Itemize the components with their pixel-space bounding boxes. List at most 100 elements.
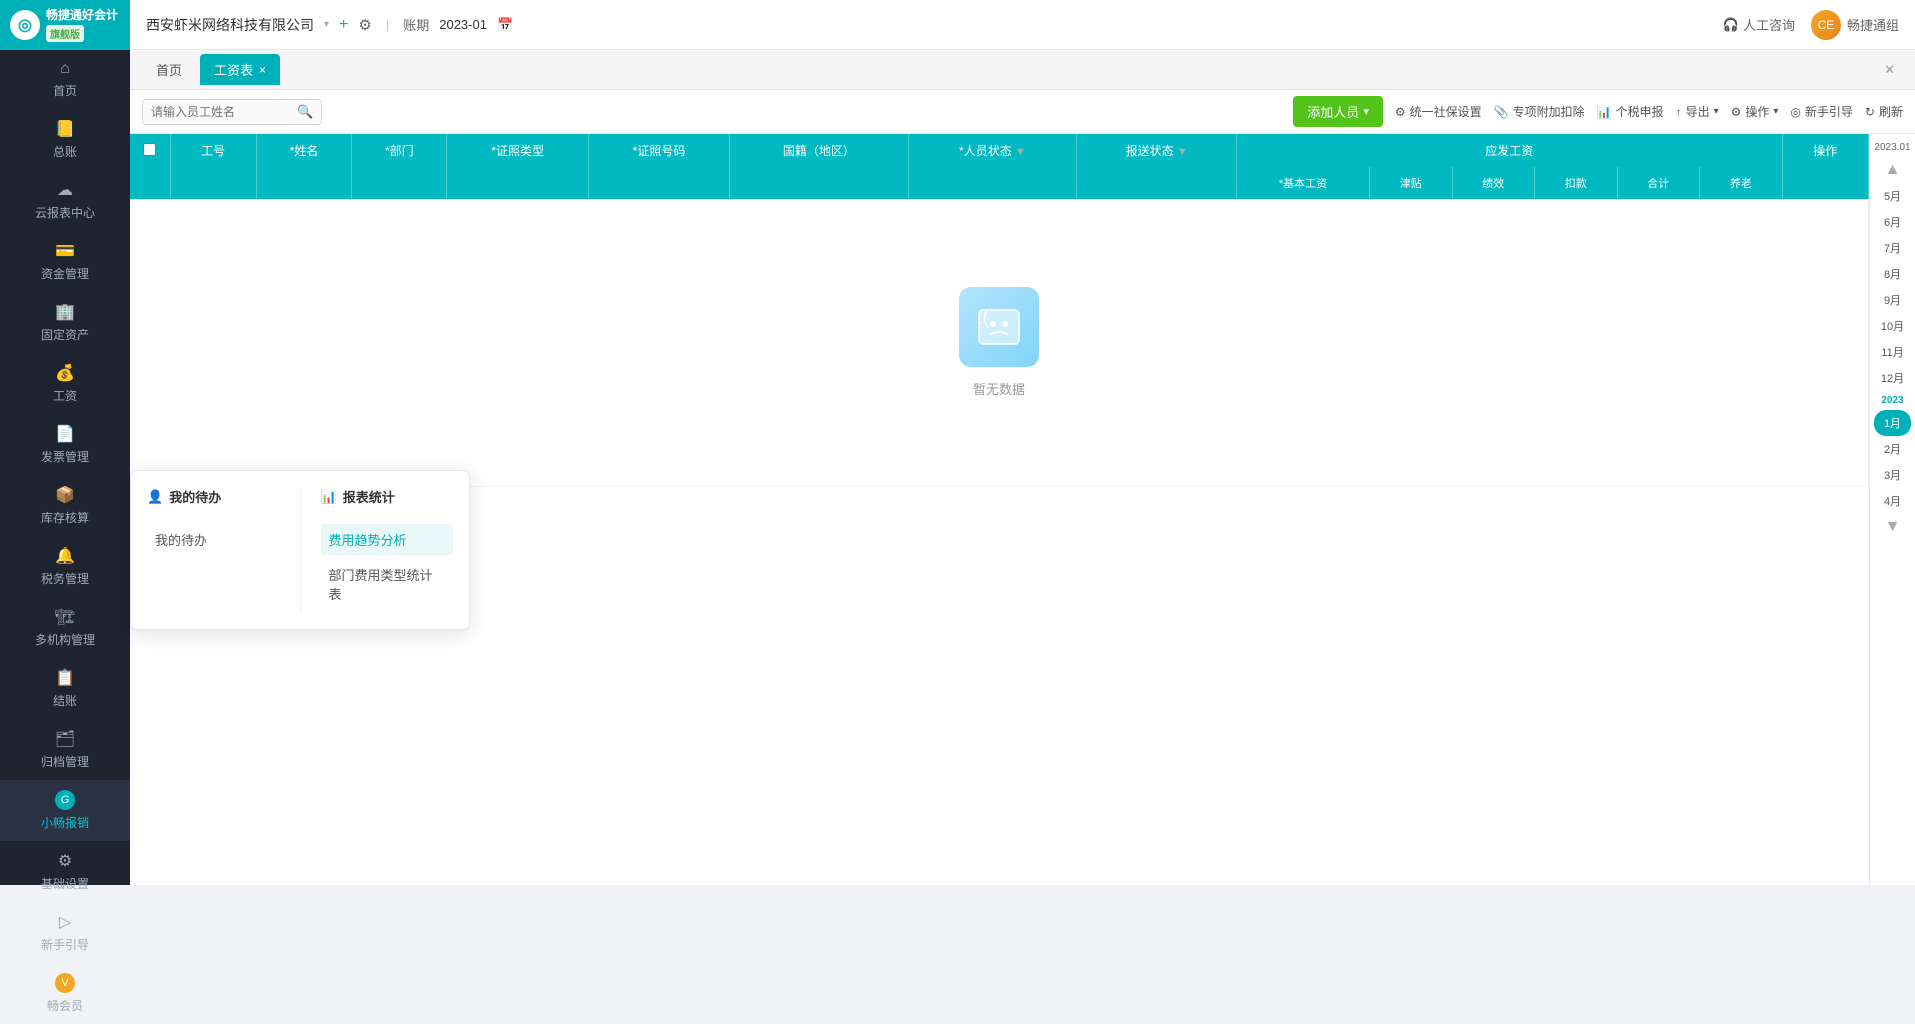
sidebar-item-guide[interactable]: ▷ 新手引导	[0, 902, 130, 963]
dropdown-arrow-icon[interactable]: ▾	[324, 19, 329, 30]
refresh-btn[interactable]: ↻ 刷新	[1865, 103, 1903, 120]
social-insurance-icon: ⚙	[1395, 105, 1406, 119]
tax-report-btn[interactable]: 📊 个税申报	[1597, 103, 1664, 120]
timeline-month-10[interactable]: 10月	[1870, 313, 1915, 339]
sidebar-item-fund[interactable]: 💳 资金管理	[0, 231, 130, 292]
sidebar-item-checkout[interactable]: 📋 结账	[0, 658, 130, 719]
timeline-year: 2023.01	[1870, 138, 1915, 157]
submenu-item-my-todo[interactable]: 我的待办	[147, 524, 280, 555]
sidebar-item-salary[interactable]: 💰 工资	[0, 353, 130, 414]
customer-service-btn[interactable]: 🎧 人工咨询	[1723, 15, 1795, 34]
submenu-item-cost-trend[interactable]: 费用趋势分析	[321, 524, 454, 555]
sidebar-item-ledger-label: 总账	[53, 143, 77, 160]
sidebar-item-invoice[interactable]: 📄 发票管理	[0, 414, 130, 475]
submenu-item-dept-cost[interactable]: 部门费用类型统计表	[321, 559, 454, 609]
sidebar-item-ledger[interactable]: 📒 总账	[0, 109, 130, 170]
timeline-up-btn[interactable]: ▲	[1881, 157, 1905, 183]
operation-btn[interactable]: ⚙ 操作 ▾	[1731, 103, 1779, 120]
col-allowance: 津贴	[1370, 167, 1453, 199]
col-checkbox[interactable]	[130, 134, 170, 167]
col-total: 合计	[1617, 167, 1700, 199]
sidebar-item-inventory[interactable]: 📦 库存核算	[0, 475, 130, 536]
sidebar-item-basic-settings[interactable]: ⚙ 基础设置	[0, 841, 130, 902]
timeline-month-9[interactable]: 9月	[1870, 287, 1915, 313]
customer-service-label: 人工咨询	[1743, 15, 1795, 34]
report-filter-icon[interactable]: ▼	[1177, 146, 1188, 158]
sidebar-item-cloud-report[interactable]: ☁ 云报表中心	[0, 170, 130, 231]
submenu-title-1-label: 我的待办	[169, 487, 221, 506]
col-id-no: *证照号码	[588, 134, 729, 167]
col-sub-empty4	[352, 167, 447, 199]
operation-dropdown-icon: ▾	[1773, 106, 1778, 117]
period-value: 2023-01	[439, 17, 487, 32]
social-insurance-label: 统一社保设置	[1410, 103, 1482, 120]
fixed-assets-icon: 🏢	[55, 302, 75, 322]
timeline-month-7[interactable]: 7月	[1870, 235, 1915, 261]
user-info[interactable]: CE 畅捷通组	[1811, 10, 1899, 40]
sidebar-item-home[interactable]: ⌂ 首页	[0, 50, 130, 109]
timeline-month-6[interactable]: 6月	[1870, 209, 1915, 235]
timeline-current-year: 2023	[1870, 391, 1915, 410]
timeline-month-4[interactable]: 4月	[1870, 488, 1915, 514]
tab-home[interactable]: 首页	[142, 54, 196, 85]
social-insurance-btn[interactable]: ⚙ 统一社保设置	[1395, 103, 1482, 120]
submenu-popup: 👤 我的待办 我的待办 📊 报表统计 费用趋势分析 部门费用类型统计表	[130, 470, 470, 630]
status-filter-icon[interactable]: ▼	[1015, 146, 1026, 158]
new-guide-icon: ◎	[1790, 105, 1800, 119]
ledger-icon: 📒	[55, 119, 75, 139]
tab-salary[interactable]: 工资表 ×	[200, 54, 280, 85]
col-emp-no: 工号	[170, 134, 256, 167]
col-sub-empty9	[1077, 167, 1237, 199]
calendar-icon[interactable]: 📅	[497, 17, 513, 33]
timeline-month-5[interactable]: 5月	[1870, 183, 1915, 209]
timeline-down-btn[interactable]: ▼	[1881, 514, 1905, 540]
invoice-icon: 📄	[55, 424, 75, 444]
timeline-panel: 2023.01 ▲ 5月 6月 7月 8月 9月 10月 11月 12月 202…	[1869, 134, 1915, 885]
sidebar-item-archive[interactable]: 🗂 归档管理	[0, 719, 130, 780]
add-company-icon[interactable]: +	[339, 16, 348, 34]
timeline-month-3[interactable]: 3月	[1870, 462, 1915, 488]
sidebar-item-multi-org[interactable]: 🏗 多机构管理	[0, 597, 130, 658]
app-logo: ◎ 畅捷通好会计 旗舰版	[0, 0, 130, 50]
timeline-month-8[interactable]: 8月	[1870, 261, 1915, 287]
timeline-month-11[interactable]: 11月	[1870, 339, 1915, 365]
no-data-icon	[959, 287, 1039, 367]
tab-close-all[interactable]: ✕	[1876, 62, 1903, 78]
timeline-month-12[interactable]: 12月	[1870, 365, 1915, 391]
sidebar-item-member[interactable]: V 畅会员	[0, 963, 130, 1024]
sidebar-item-multi-org-label: 多机构管理	[35, 631, 95, 648]
sidebar-item-xiaochang-label: 小畅报销	[41, 814, 89, 831]
add-dropdown-icon: ▾	[1363, 105, 1369, 118]
search-icon[interactable]: 🔍	[297, 104, 313, 120]
new-guide-btn[interactable]: ◎ 新手引导	[1790, 103, 1853, 120]
timeline-month-2[interactable]: 2月	[1870, 436, 1915, 462]
no-data-area: 暂无数据	[140, 207, 1858, 478]
sidebar-item-tax[interactable]: 🔔 税务管理	[0, 536, 130, 597]
toolbar-right: 添加人员 ▾ ⚙ 统一社保设置 📎 专项附加扣除 📊 个税申报 ↑ 导出 ▾ ⚙	[1293, 96, 1903, 127]
add-employee-button[interactable]: 添加人员 ▾	[1293, 96, 1383, 127]
settings-icon[interactable]: ⚙	[358, 16, 371, 34]
archive-icon: 🗂	[55, 729, 75, 749]
export-btn[interactable]: ↑ 导出 ▾	[1676, 103, 1719, 120]
add-employee-label: 添加人员	[1307, 102, 1359, 121]
col-basic-salary: *基本工资	[1237, 167, 1370, 199]
inventory-icon: 📦	[55, 485, 75, 505]
sidebar-item-xiaochang[interactable]: G 小畅报销	[0, 780, 130, 841]
submenu-icon-1: 👤	[147, 489, 163, 505]
submenu-title-2-label: 报表统计	[343, 487, 395, 506]
timeline-month-1[interactable]: 1月	[1874, 410, 1911, 436]
checkout-icon: 📋	[55, 668, 75, 688]
sidebar-item-fixed-assets[interactable]: 🏢 固定资产	[0, 292, 130, 353]
search-input[interactable]	[151, 105, 291, 119]
sidebar-item-guide-label: 新手引导	[41, 936, 89, 953]
app-name: 畅捷通好会计	[46, 8, 118, 22]
submenu-icon-2: 📊	[321, 489, 337, 505]
sidebar-item-checkout-label: 结账	[53, 692, 77, 709]
submenu-col-2: 📊 报表统计 费用趋势分析 部门费用类型统计表	[321, 487, 454, 613]
select-all-checkbox[interactable]	[143, 143, 156, 156]
sidebar-item-tax-label: 税务管理	[41, 570, 89, 587]
user-name: 畅捷通组	[1847, 15, 1899, 34]
special-deduction-btn[interactable]: 📎 专项附加扣除	[1494, 103, 1585, 120]
topbar-divider: |	[386, 17, 389, 32]
tab-salary-close[interactable]: ×	[259, 63, 266, 77]
